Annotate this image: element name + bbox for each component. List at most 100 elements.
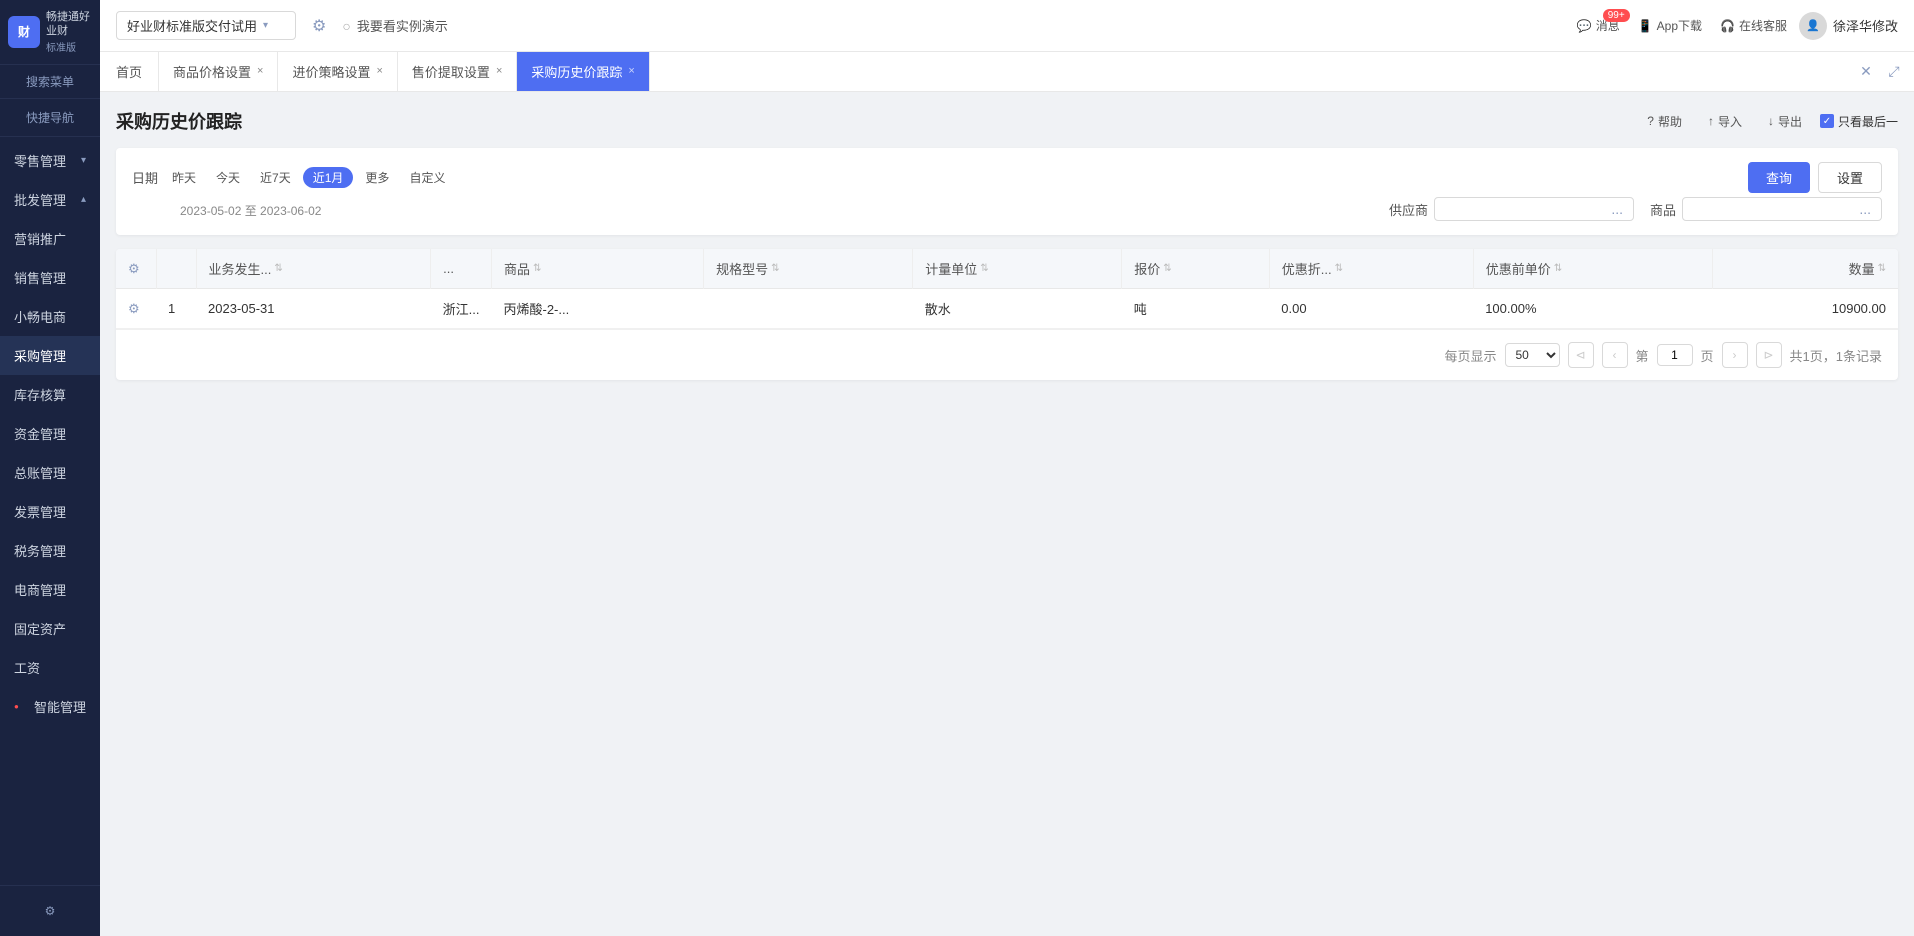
tab-purchase-history[interactable]: 采购历史价跟踪 × xyxy=(517,52,649,91)
sidebar-item-invoice[interactable]: 发票管理 xyxy=(0,492,100,531)
sidebar-item-wholesale[interactable]: 批发管理 ▴ xyxy=(0,180,100,219)
logo-sub: 标准版 xyxy=(46,39,92,54)
goods-dots[interactable]: ... xyxy=(1857,201,1873,217)
date-btn-yesterday[interactable]: 昨天 xyxy=(164,167,204,188)
row-setting-icon[interactable]: ⚙ xyxy=(128,301,140,316)
quick-nav-item[interactable]: 快捷导航 xyxy=(0,103,100,132)
date-btn-more[interactable]: 更多 xyxy=(357,167,397,188)
help-button[interactable]: ? 帮助 xyxy=(1639,109,1690,134)
sidebar-item-finance[interactable]: 资金管理 xyxy=(0,414,100,453)
th-quantity[interactable]: 数量 ⇅ xyxy=(1713,249,1898,289)
chevron-down-icon: ▾ xyxy=(81,155,86,166)
first-page-button[interactable]: ⊲ xyxy=(1568,342,1594,368)
td-goods: 丙烯酸-2-... xyxy=(491,289,703,329)
tab-close-all-button[interactable]: ✕ xyxy=(1854,60,1878,84)
date-filter: 日期 昨天 今天 近7天 近1月 更多 自定义 xyxy=(132,167,453,188)
th-more[interactable]: ... xyxy=(431,249,492,289)
th-goods[interactable]: 商品 ⇅ xyxy=(491,249,703,289)
sidebar-item-ecommerce[interactable]: 电商管理 xyxy=(0,570,100,609)
th-spec[interactable]: 规格型号 ⇅ xyxy=(704,249,913,289)
topbar-setting-icon[interactable]: ⚙ xyxy=(308,12,330,40)
th-unit[interactable]: 计量单位 ⇅ xyxy=(913,249,1122,289)
goods-input[interactable] xyxy=(1691,202,1857,216)
sidebar-item-fixed-assets[interactable]: 固定资产 xyxy=(0,609,100,648)
tab-sale-price-label: 售价提取设置 xyxy=(412,62,490,81)
sidebar-item-purchase-mgmt[interactable]: 采购管理 xyxy=(0,336,100,375)
sidebar-item-zero-sale[interactable]: 零售管理 ▾ xyxy=(0,141,100,180)
tab-home[interactable]: 首页 xyxy=(100,52,159,91)
tab-goods-price[interactable]: 商品价格设置 × xyxy=(159,52,278,91)
sidebar-item-sales-mgmt[interactable]: 销售管理 xyxy=(0,258,100,297)
sidebar-item-marketing[interactable]: 营销推广 xyxy=(0,219,100,258)
tab-purchase-strategy[interactable]: 进价策略设置 × xyxy=(278,52,397,91)
td-unit: 散水 xyxy=(913,289,1122,329)
th-pre-discount[interactable]: 优惠前单价 ⇅ xyxy=(1473,249,1713,289)
logo-text: 畅捷通好业财 xyxy=(46,10,92,39)
query-button[interactable]: 查询 xyxy=(1748,162,1810,193)
online-service-button[interactable]: 🎧 在线客服 xyxy=(1720,17,1787,34)
prev-page-button[interactable]: ‹ xyxy=(1602,342,1628,368)
tab-goods-price-close[interactable]: × xyxy=(257,66,263,77)
page-label: 第 xyxy=(1636,346,1649,365)
page-content: 采购历史价跟踪 ? 帮助 ↑ 导入 ↓ 导出 ✓ 只看最后一 xyxy=(100,92,1914,936)
tab-maximize-button[interactable]: ⤢ xyxy=(1882,60,1906,84)
sidebar-item-inventory[interactable]: 库存核算 xyxy=(0,375,100,414)
supplier-label: 供应商 xyxy=(1389,200,1428,219)
column-setting-icon[interactable]: ⚙ xyxy=(128,261,140,276)
td-spec xyxy=(704,289,913,329)
sidebar-item-smart-mgmt[interactable]: 智能管理 xyxy=(0,687,100,726)
date-btn-custom[interactable]: 自定义 xyxy=(401,167,453,188)
sidebar-item-label: 零售管理 xyxy=(14,151,66,170)
sidebar-search[interactable]: 搜索菜单 xyxy=(0,65,100,99)
tab-purchase-history-close[interactable]: × xyxy=(628,66,634,77)
tab-sale-price-close[interactable]: × xyxy=(496,66,502,77)
table-body: ⚙ 1 2023-05-31 浙江... xyxy=(116,289,1898,329)
sidebar-quick-nav[interactable]: 快捷导航 xyxy=(0,99,100,137)
next-page-button[interactable]: › xyxy=(1722,342,1748,368)
last-page-button[interactable]: ⊳ xyxy=(1756,342,1782,368)
sidebar-item-ecommerce-small[interactable]: 小畅电商 xyxy=(0,297,100,336)
sort-goods-icon: ⇅ xyxy=(533,263,541,274)
only-last-label: 只看最后一 xyxy=(1838,113,1898,130)
sort-quantity-icon: ⇅ xyxy=(1878,263,1886,274)
sidebar-settings-icon[interactable]: ⚙ xyxy=(0,896,100,926)
date-quick-btns: 昨天 今天 近7天 近1月 更多 自定义 xyxy=(164,167,453,188)
only-last-checkbox[interactable]: ✓ xyxy=(1820,114,1834,128)
page-input[interactable] xyxy=(1657,344,1693,366)
supplier-filter: 供应商 ... xyxy=(1389,197,1634,221)
sort-pre-discount-icon: ⇅ xyxy=(1554,263,1562,274)
import-button[interactable]: ↑ 导入 xyxy=(1700,109,1750,134)
sidebar-item-general-ledger[interactable]: 总账管理 xyxy=(0,453,100,492)
date-btn-1month[interactable]: 近1月 xyxy=(303,167,354,188)
sort-discount-icon: ⇅ xyxy=(1335,263,1343,274)
version-selector[interactable]: 好业财标准版交付试用 ▾ xyxy=(116,11,296,40)
sidebar-item-label: 税务管理 xyxy=(14,541,66,560)
sidebar-item-tax[interactable]: 税务管理 xyxy=(0,531,100,570)
only-last-checkbox-wrap: ✓ 只看最后一 xyxy=(1820,113,1898,130)
tab-purchase-strategy-close[interactable]: × xyxy=(376,66,382,77)
tab-sale-price[interactable]: 售价提取设置 × xyxy=(398,52,517,91)
sidebar-menu: 零售管理 ▾ 批发管理 ▴ 营销推广 销售管理 小畅电商 采购管理 库存核算 资… xyxy=(0,137,100,885)
th-biz-date[interactable]: 业务发生... ⇅ xyxy=(196,249,431,289)
user-menu[interactable]: 👤 徐泽华修改 xyxy=(1799,12,1898,40)
per-page-select[interactable]: 50 10 20 100 xyxy=(1505,343,1560,367)
date-btn-today[interactable]: 今天 xyxy=(208,167,248,188)
total-info: 共1页，1条记录 xyxy=(1790,346,1882,365)
th-price[interactable]: 报价 ⇅ xyxy=(1122,249,1270,289)
goods-input-wrap: ... xyxy=(1682,197,1882,221)
td-setting: ⚙ xyxy=(116,289,156,329)
demo-button[interactable]: ○ 我要看实例演示 xyxy=(342,16,447,35)
supplier-dots[interactable]: ... xyxy=(1609,201,1625,217)
sidebar-item-label: 小畅电商 xyxy=(14,307,66,326)
message-button[interactable]: 💬 消息 99+ xyxy=(1577,17,1620,34)
tab-home-label: 首页 xyxy=(116,62,142,81)
app-download-button[interactable]: 📱 App下载 xyxy=(1638,17,1702,34)
settings-button[interactable]: 设置 xyxy=(1818,162,1882,193)
date-btn-7days[interactable]: 近7天 xyxy=(252,167,299,188)
sidebar-item-payroll[interactable]: 工资 xyxy=(0,648,100,687)
supplier-input[interactable] xyxy=(1443,202,1609,216)
tabbar: 首页 商品价格设置 × 进价策略设置 × 售价提取设置 × 采购历史价跟踪 × … xyxy=(100,52,1914,92)
export-icon: ↓ xyxy=(1768,114,1774,128)
export-button[interactable]: ↓ 导出 xyxy=(1760,109,1810,134)
th-discount[interactable]: 优惠折... ⇅ xyxy=(1269,249,1473,289)
